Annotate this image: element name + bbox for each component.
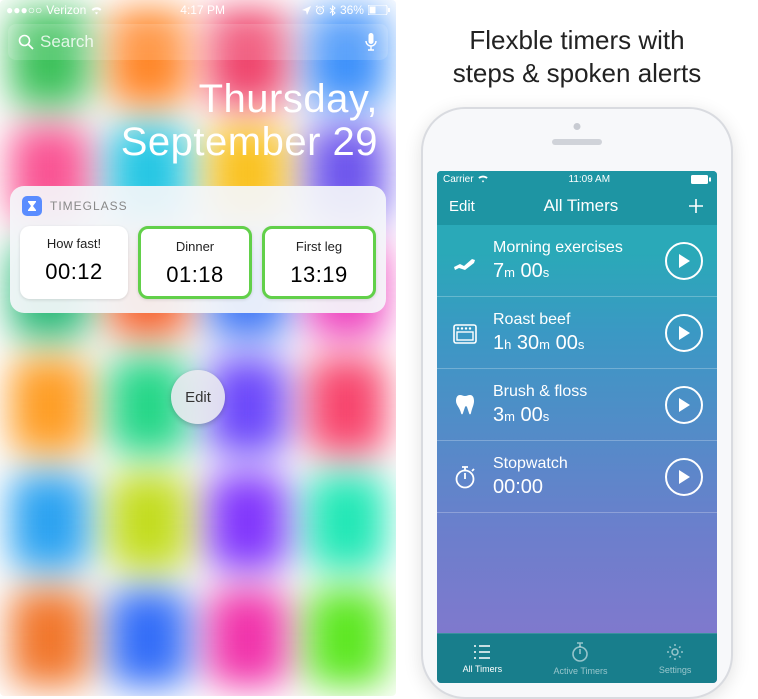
- date-line1: Thursday,: [121, 78, 378, 121]
- widget-tiles: How fast! 00:12 Dinner 01:18 First leg 13:19: [20, 226, 376, 299]
- tab-label: Settings: [659, 665, 692, 675]
- tab-label: All Timers: [463, 664, 503, 674]
- bluetooth-icon: [329, 5, 336, 16]
- right-promo: Flexble timers with steps & spoken alert…: [396, 0, 758, 699]
- timer-title: Stopwatch: [493, 455, 665, 473]
- tab-icon: [571, 642, 589, 664]
- timer-time: 00:00: [493, 476, 665, 499]
- left-screenshot: ●●●○○ Verizon 4:17 PM 36% Search Thursda…: [0, 0, 396, 696]
- timer-title: Brush & floss: [493, 383, 665, 401]
- timeglass-widget[interactable]: TIMEGLASS How fast! 00:12 Dinner 01:18 First…: [10, 186, 386, 313]
- widget-timer-tile[interactable]: Dinner 01:18: [138, 226, 252, 299]
- mic-icon[interactable]: [364, 32, 378, 52]
- timer-row[interactable]: Brush & floss 3m 00s: [437, 369, 717, 441]
- tab-icon: [666, 643, 684, 663]
- tile-label: First leg: [271, 239, 367, 254]
- tile-label: Dinner: [147, 239, 243, 254]
- nav-add-button[interactable]: [687, 197, 705, 215]
- edit-label: Edit: [185, 389, 211, 406]
- wifi-icon: [478, 175, 488, 183]
- date-line2: September 29: [121, 121, 378, 164]
- battery-icon: [691, 175, 711, 184]
- alarm-icon: [315, 5, 325, 15]
- timeglass-app-icon: [22, 196, 42, 216]
- phone-screen: Carrier 11:09 AM Edit All Timers Morning…: [437, 171, 717, 683]
- pushup-icon: [449, 251, 481, 271]
- clock-label: 11:09 AM: [569, 174, 611, 185]
- timer-row[interactable]: Roast beef 1h 30m 00s: [437, 297, 717, 369]
- location-icon: [302, 6, 311, 15]
- widget-timer-tile[interactable]: First leg 13:19: [262, 226, 376, 299]
- timer-list[interactable]: Morning exercises 7m 00s Roast beef 1h 30m…: [437, 225, 717, 633]
- widget-app-name: TIMEGLASS: [50, 199, 128, 213]
- signal-dots-icon: ●●●○○: [6, 3, 42, 17]
- search-placeholder: Search: [40, 32, 364, 52]
- play-button[interactable]: [665, 386, 703, 424]
- play-button[interactable]: [665, 242, 703, 280]
- phone-nav-bar: Edit All Timers: [437, 187, 717, 225]
- search-icon: [18, 34, 34, 50]
- tile-time: 00:12: [26, 259, 122, 285]
- carrier-label: Verizon: [46, 3, 86, 17]
- carrier-label: Carrier: [443, 174, 474, 185]
- promo-heading: Flexble timers with steps & spoken alert…: [453, 24, 702, 89]
- tooth-icon: [449, 393, 481, 417]
- timer-time: 3m 00s: [493, 404, 665, 427]
- timer-title: Roast beef: [493, 311, 665, 329]
- tile-label: How fast!: [26, 236, 122, 251]
- battery-pct-label: 36%: [340, 3, 364, 17]
- tab-icon: [472, 644, 492, 662]
- phone-status-bar: Carrier 11:09 AM: [437, 171, 717, 187]
- battery-icon: [368, 5, 390, 15]
- date-heading: Thursday, September 29: [121, 78, 378, 164]
- tile-time: 13:19: [271, 262, 367, 288]
- timer-row[interactable]: Stopwatch 00:00: [437, 441, 717, 513]
- nav-edit-button[interactable]: Edit: [449, 198, 475, 215]
- edit-widgets-button[interactable]: Edit: [171, 370, 225, 424]
- play-button[interactable]: [665, 458, 703, 496]
- oven-icon: [449, 322, 481, 344]
- timer-row[interactable]: Morning exercises 7m 00s: [437, 225, 717, 297]
- phone-tab-bar: All Timers Active Timers Settings: [437, 633, 717, 683]
- tab-settings[interactable]: Settings: [659, 643, 692, 675]
- widget-timer-tile[interactable]: How fast! 00:12: [20, 226, 128, 299]
- timer-time: 7m 00s: [493, 260, 665, 283]
- tab-label: Active Timers: [553, 666, 607, 676]
- tile-time: 01:18: [147, 262, 243, 288]
- tab-active-timers[interactable]: Active Timers: [553, 642, 607, 676]
- widget-header: TIMEGLASS: [20, 196, 376, 216]
- stopwatch-icon: [449, 465, 481, 489]
- search-bar[interactable]: Search: [8, 24, 388, 60]
- play-button[interactable]: [665, 314, 703, 352]
- status-bar: ●●●○○ Verizon 4:17 PM 36%: [0, 0, 396, 20]
- clock-label: 4:17 PM: [180, 3, 225, 17]
- phone-camera-dot: [574, 123, 581, 130]
- timer-title: Morning exercises: [493, 239, 665, 257]
- phone-frame: Carrier 11:09 AM Edit All Timers Morning…: [421, 107, 733, 699]
- wifi-icon: [90, 5, 103, 15]
- tab-all-timers[interactable]: All Timers: [463, 644, 503, 674]
- nav-title: All Timers: [544, 196, 619, 216]
- phone-speaker: [552, 139, 602, 145]
- timer-time: 1h 30m 00s: [493, 332, 665, 355]
